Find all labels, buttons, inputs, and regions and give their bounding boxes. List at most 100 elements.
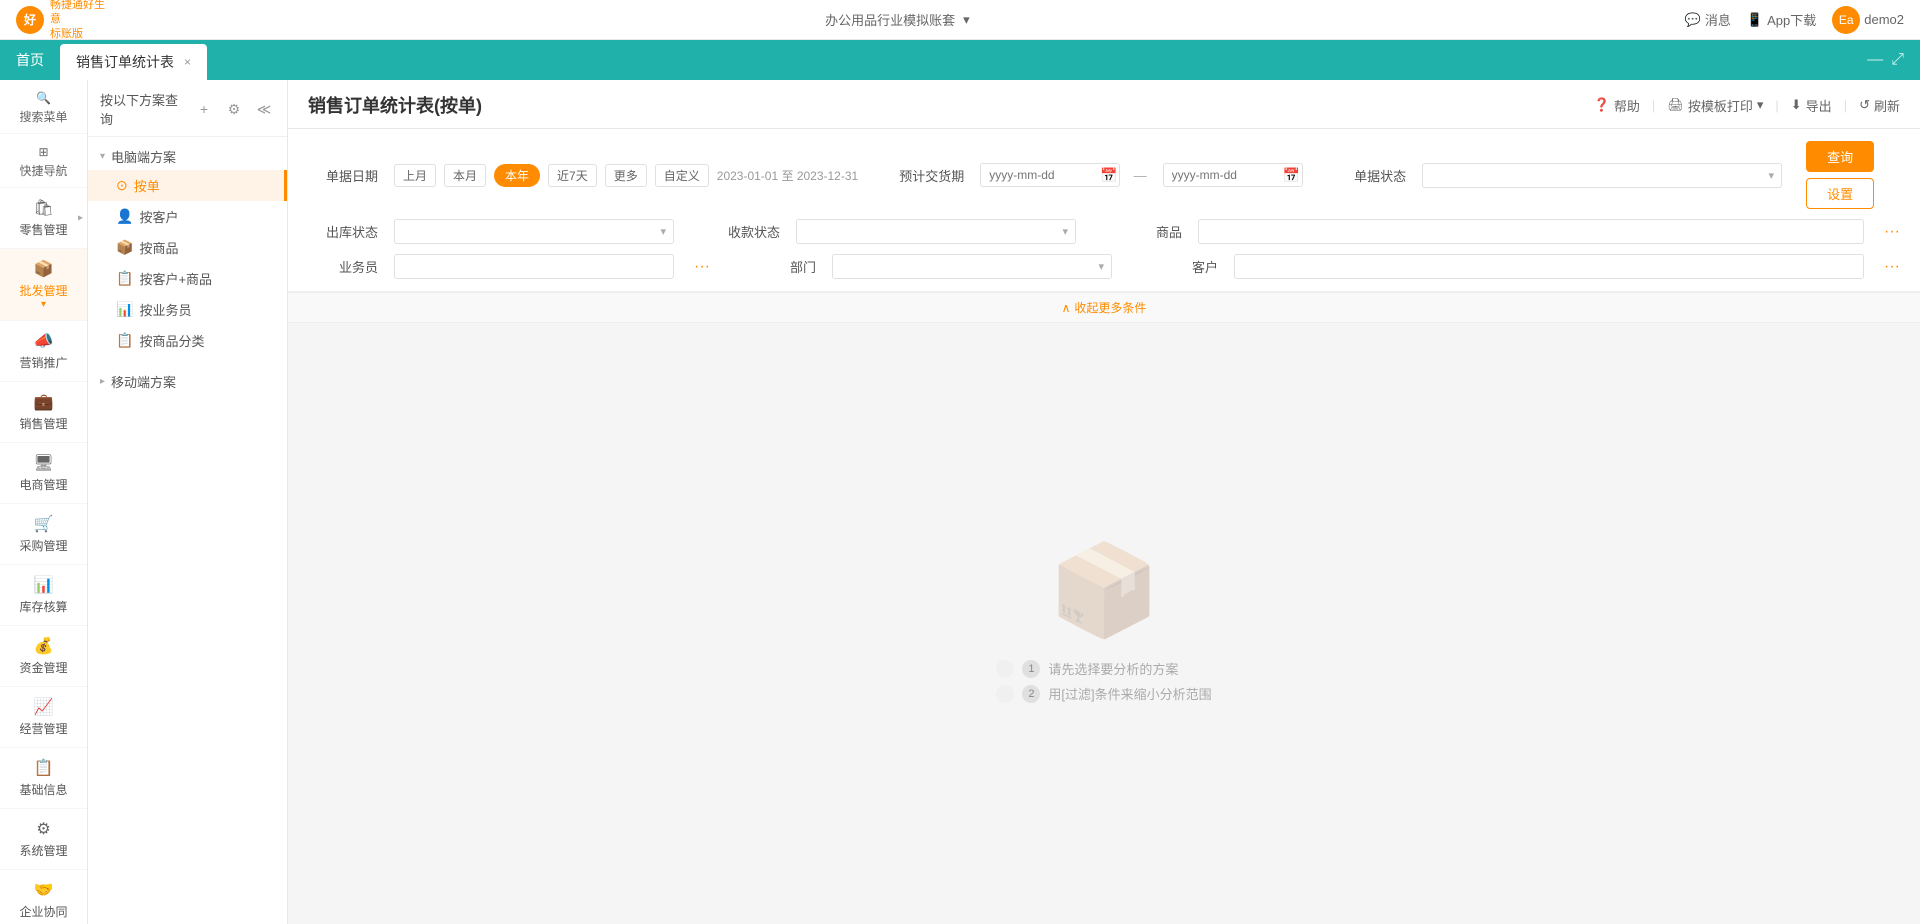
sidebar-item-marketing[interactable]: 📣 营销推广 (0, 321, 87, 382)
sidebar-item-ecommerce[interactable]: 🖥 电商管理 (0, 443, 87, 504)
status-select-wrapper (1422, 163, 1782, 188)
goods-input[interactable] (1198, 219, 1864, 244)
shipment-status-select[interactable] (394, 219, 674, 244)
sidebar-shortcut[interactable]: ⊞ 快捷导航 (0, 134, 87, 188)
panel-settings-btn[interactable]: ⚙ (223, 98, 245, 120)
scheme-by-salesperson[interactable]: 📊 按业务员 (88, 294, 287, 325)
sidebar-item-operation[interactable]: 📈 经营管理 (0, 687, 87, 748)
sidebar-item-purchase[interactable]: 🛒 采购管理 (0, 504, 87, 565)
sidebar-item-finance[interactable]: 💰 资金管理 (0, 626, 87, 687)
scheme-by-goods[interactable]: 📦 按商品 (88, 232, 287, 263)
sidebar-item-collab[interactable]: 🤝 企业协同 (0, 870, 87, 924)
tab-maximize-btn[interactable]: ⤢ (1891, 51, 1904, 69)
content-area: 按以下方案查询 + ⚙ ≪ ▾ 电脑端方案 ⊙ 按单 👤 按客户 (88, 80, 1920, 924)
scheme-by-customer-goods[interactable]: 📋 按客户+商品 (88, 263, 287, 294)
customer-input[interactable] (1234, 254, 1864, 279)
scheme-goods-label: 按商品 (139, 238, 178, 257)
shipment-status-label: 出库状态 (308, 222, 378, 241)
expected-date-from: 📅 (980, 163, 1117, 187)
pc-group-header[interactable]: ▾ 电脑端方案 (88, 143, 287, 170)
company-dropdown-icon[interactable]: ▾ (963, 12, 970, 28)
tab-home[interactable]: 首页 (0, 40, 60, 80)
panel-add-btn[interactable]: + (193, 98, 215, 120)
date-btn-7days[interactable]: 近7天 (548, 164, 597, 187)
print-dropdown-icon[interactable]: ▾ (1757, 97, 1764, 113)
sidebar-item-system[interactable]: ⚙ 系统管理 (0, 809, 87, 870)
scheme-by-order[interactable]: ⊙ 按单 (88, 170, 287, 201)
sidebar-item-wholesale[interactable]: 📦 批发管理 ▾ (0, 249, 87, 321)
collapse-arrow-icon: ∧ (1062, 301, 1071, 315)
sales-label: 销售管理 (19, 415, 67, 432)
operation-label: 经营管理 (19, 720, 67, 737)
filter-section: 单据日期 上月 本月 本年 近7天 更多 自定义 2023-01-01 至 20… (288, 129, 1920, 323)
main-layout: 🔍 搜索菜单 ⊞ 快捷导航 🛍 零售管理 📦 批发管理 ▾ 📣 营销推广 💼 销… (0, 80, 1920, 924)
customer-more-btn[interactable]: ··· (1884, 258, 1900, 276)
empty-hint-1: 1 请先选择要分析的方案 (996, 659, 1211, 678)
date-btn-this-month[interactable]: 本月 (444, 164, 486, 187)
search-icon: 🔍 (36, 91, 51, 105)
filter-row-2: 出库状态 收款状态 商品 (308, 219, 1900, 244)
panel-collapse-btn[interactable]: ≪ (253, 98, 275, 120)
logo-icon: 好 (16, 6, 44, 34)
sidebar-item-inventory[interactable]: 📊 库存核算 (0, 565, 87, 626)
expected-date-to-input[interactable] (1163, 163, 1303, 187)
settings-btn[interactable]: 设置 (1806, 178, 1874, 209)
sidebar-item-retail[interactable]: 🛍 零售管理 (0, 188, 87, 249)
basic-icon: 📋 (34, 758, 54, 778)
export-icon: ⬇ (1791, 97, 1802, 113)
department-select[interactable] (832, 254, 1112, 279)
status-label: 单据状态 (1336, 166, 1406, 185)
date-range-text: 2023-01-01 至 2023-12-31 (717, 167, 858, 184)
message-btn[interactable]: 💬 消息 (1685, 10, 1731, 29)
goods-more-btn[interactable]: ··· (1884, 223, 1900, 241)
message-icon: 💬 (1685, 12, 1701, 28)
mobile-group-label: 移动端方案 (111, 372, 176, 391)
retail-icon: 🛍 (33, 198, 53, 218)
tab-minimize-btn[interactable]: — (1867, 51, 1883, 69)
help-btn[interactable]: ❓ 帮助 (1594, 96, 1640, 115)
scheme-order-label: 按单 (134, 176, 160, 195)
date-btn-more[interactable]: 更多 (605, 164, 647, 187)
date-btn-custom[interactable]: 自定义 (655, 164, 709, 187)
mobile-group-header[interactable]: ▸ 移动端方案 (88, 368, 287, 395)
department-wrapper (832, 254, 1112, 279)
tabbar-actions: — ⤢ (1867, 51, 1920, 69)
sidebar-item-sales[interactable]: 💼 销售管理 (0, 382, 87, 443)
tab-active-label: 销售订单统计表 (76, 52, 174, 72)
scheme-customer-icon: 👤 (116, 208, 133, 225)
app-download-btn[interactable]: 📱 App下载 (1747, 10, 1816, 29)
salesperson-label: 业务员 (308, 257, 378, 276)
left-panel-toolbar: 按以下方案查询 + ⚙ ≪ (88, 90, 287, 137)
scheme-order-icon: ⊙ (116, 177, 128, 194)
company-name: 办公用品行业模拟账套 (825, 10, 955, 29)
print-btn[interactable]: 🖨 按模板打印 ▾ (1667, 96, 1763, 115)
status-select[interactable] (1422, 163, 1782, 188)
query-btn[interactable]: 查询 (1806, 141, 1874, 172)
payment-status-select[interactable] (796, 219, 1076, 244)
salesperson-more-btn[interactable]: ··· (694, 258, 710, 276)
goods-label: 商品 (1112, 222, 1182, 241)
wholesale-label: 批发管理 (19, 282, 67, 299)
sidebar-search[interactable]: 🔍 搜索菜单 (0, 80, 87, 134)
user-name: demo2 (1864, 12, 1904, 27)
ecommerce-label: 电商管理 (19, 476, 67, 493)
tab-active[interactable]: 销售订单统计表 × (60, 44, 207, 80)
salesperson-input[interactable] (394, 254, 674, 279)
date-btn-last-month[interactable]: 上月 (394, 164, 436, 187)
refresh-btn[interactable]: ↺ 刷新 (1859, 96, 1900, 115)
scheme-by-goods-category[interactable]: 📋 按商品分类 (88, 325, 287, 356)
shortcut-label: 快捷导航 (19, 162, 67, 179)
finance-icon: 💰 (34, 636, 54, 656)
date-buttons: 上月 本月 本年 近7天 更多 自定义 2023-01-01 至 2023-12… (394, 164, 858, 187)
date-btn-this-year[interactable]: 本年 (494, 164, 540, 187)
user-area[interactable]: Ea demo2 (1832, 6, 1904, 34)
export-btn[interactable]: ⬇ 导出 (1791, 96, 1832, 115)
finance-label: 资金管理 (19, 659, 67, 676)
tab-close-btn[interactable]: × (184, 55, 191, 69)
collapse-bar[interactable]: ∧ 收起更多条件 (288, 292, 1920, 323)
expected-date-from-input[interactable] (980, 163, 1120, 187)
sidebar-item-basic[interactable]: 📋 基础信息 (0, 748, 87, 809)
print-icon: 🖨 (1667, 97, 1684, 113)
scheme-by-customer[interactable]: 👤 按客户 (88, 201, 287, 232)
message-label: 消息 (1705, 10, 1731, 29)
